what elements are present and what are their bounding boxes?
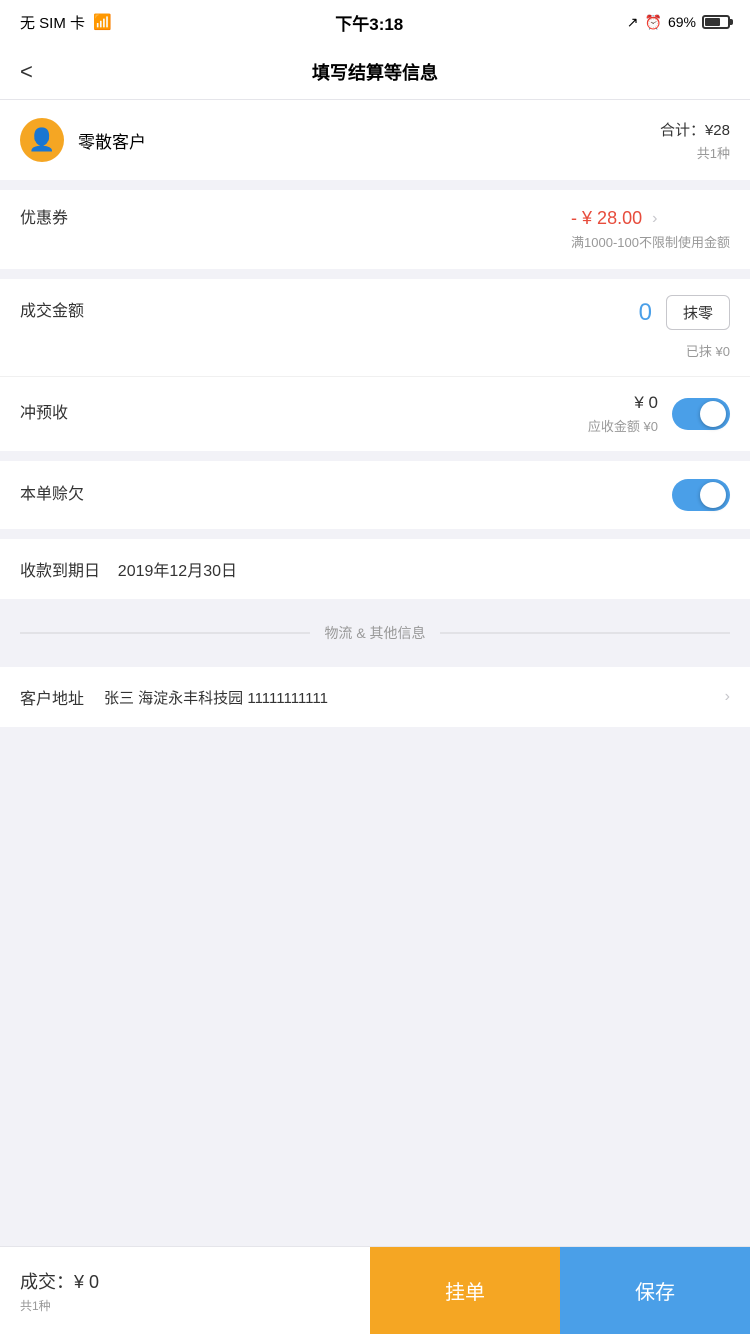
- prepay-row: 冲预收 ¥ 0 应收金额 ¥0: [0, 376, 750, 451]
- deal-label: 成交：: [20, 1272, 74, 1292]
- due-date-section: 收款到期日 2019年12月30日: [0, 539, 750, 599]
- content: 👤 零散客户 合计：¥28 共1种 优惠券 - ¥ 28.00 › 满1000-…: [0, 100, 750, 837]
- due-date-value: 2019年12月30日: [118, 563, 237, 580]
- location-icon: ↗: [627, 14, 639, 31]
- bottom-deal: 成交：¥ 0: [20, 1268, 350, 1294]
- status-bar: 无 SIM 卡 📶 下午3:18 ↗ ⏰ 69%: [0, 0, 750, 44]
- customer-row: 👤 零散客户 合计：¥28 共1种: [0, 100, 750, 180]
- customer-right: 合计：¥28 共1种: [660, 119, 730, 162]
- address-chevron-icon: ›: [725, 688, 730, 706]
- carrier-label: 无 SIM 卡: [20, 12, 85, 33]
- already-rounded: 已抹 ¥0: [686, 341, 730, 360]
- alarm-icon: ⏰: [645, 14, 662, 31]
- debt-toggle-knob: [700, 482, 726, 508]
- amount-prepay-section: 成交金额 0 抹零 已抹 ¥0 冲预收 ¥ 0 应收金额 ¥0: [0, 279, 750, 451]
- battery-icon: [702, 15, 730, 29]
- prepay-label: 冲预收: [20, 403, 68, 425]
- address-section[interactable]: 客户地址 张三 海淀永丰科技园 11111111111 ›: [0, 667, 750, 727]
- logistics-label: 物流 & 其他信息: [310, 625, 439, 641]
- coupon-discount: - ¥ 28.00: [571, 208, 642, 229]
- customer-avatar: 👤: [20, 118, 64, 162]
- prepay-right: ¥ 0 应收金额 ¥0: [588, 393, 730, 435]
- back-button[interactable]: <: [20, 59, 33, 85]
- prepay-amount: ¥ 0: [588, 393, 658, 413]
- address-label: 客户地址: [20, 685, 84, 709]
- toggle-knob: [700, 401, 726, 427]
- debt-section: 本单赊欠: [0, 461, 750, 529]
- prepay-toggle[interactable]: [672, 398, 730, 430]
- status-right: ↗ ⏰ 69%: [627, 14, 730, 31]
- chevron-right-icon: ›: [652, 210, 657, 228]
- bottom-info: 成交：¥ 0 共1种: [0, 1268, 370, 1314]
- due-date-label-text: 收款到期日: [20, 563, 100, 580]
- coupon-right: - ¥ 28.00 › 满1000-100不限制使用金额: [571, 208, 730, 251]
- bottom-count: 共1种: [20, 1297, 350, 1314]
- due-date-label: 收款到期日 2019年12月30日: [20, 563, 237, 580]
- coupon-section[interactable]: 优惠券 - ¥ 28.00 › 满1000-100不限制使用金额: [0, 190, 750, 269]
- debt-label: 本单赊欠: [20, 484, 84, 506]
- customer-left: 👤 零散客户: [20, 118, 146, 162]
- logistics-divider: 物流 & 其他信息: [0, 609, 750, 657]
- amount-row: 成交金额 0 抹零: [0, 279, 750, 338]
- bottom-bar: 成交：¥ 0 共1种 挂单 保存: [0, 1246, 750, 1334]
- wifi-icon: 📶: [93, 13, 112, 31]
- amount-label: 成交金额: [20, 301, 84, 323]
- battery-label: 69%: [668, 14, 696, 30]
- hang-button[interactable]: 挂单: [370, 1247, 560, 1334]
- nav-title: 填写结算等信息: [312, 59, 438, 85]
- amount-value[interactable]: 0: [639, 299, 652, 327]
- round-button[interactable]: 抹零: [666, 295, 730, 330]
- nav-bar: < 填写结算等信息: [0, 44, 750, 100]
- save-button[interactable]: 保存: [560, 1247, 750, 1334]
- coupon-label: 优惠券: [20, 208, 68, 230]
- customer-name: 零散客户: [78, 128, 146, 153]
- customer-total: 合计：¥28: [660, 119, 730, 140]
- prepay-values: ¥ 0 应收金额 ¥0: [588, 393, 658, 435]
- deal-value: ¥ 0: [74, 1272, 99, 1292]
- debt-toggle[interactable]: [672, 479, 730, 511]
- amount-right: 0 抹零: [639, 295, 730, 330]
- status-time: 下午3:18: [335, 10, 403, 35]
- amount-sub-row: 已抹 ¥0: [0, 338, 750, 376]
- prepay-receivable: 应收金额 ¥0: [588, 416, 658, 435]
- status-left: 无 SIM 卡 📶: [20, 12, 112, 33]
- address-value: 张三 海淀永丰科技园 11111111111: [104, 687, 721, 708]
- coupon-description: 满1000-100不限制使用金额: [571, 232, 730, 251]
- customer-count: 共1种: [660, 143, 730, 162]
